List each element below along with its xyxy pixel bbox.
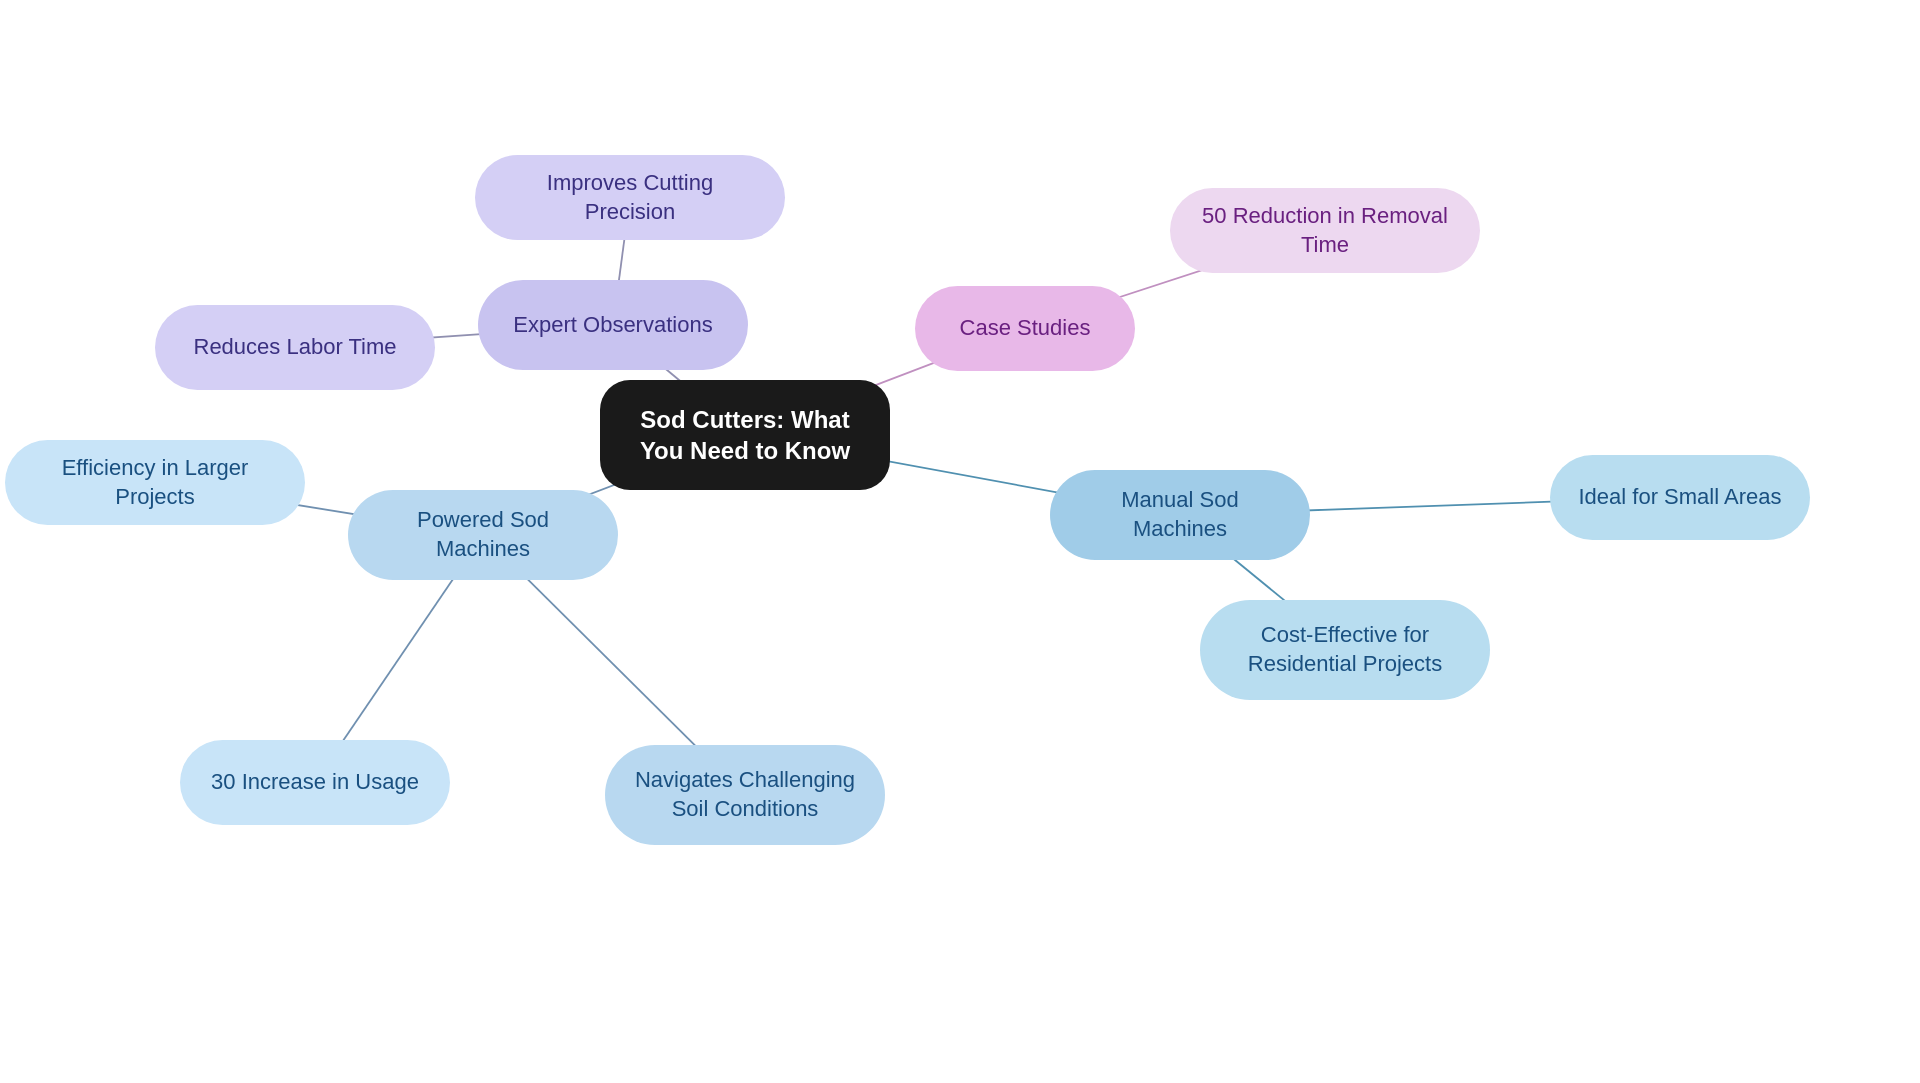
reduction-label: 50 Reduction in Removal Time xyxy=(1198,202,1452,259)
case-studies-node: Case Studies xyxy=(915,286,1135,371)
powered-label: Powered Sod Machines xyxy=(376,506,590,563)
expert-label: Expert Observations xyxy=(513,311,712,340)
connections-svg xyxy=(0,0,1920,1083)
ideal-node: Ideal for Small Areas xyxy=(1550,455,1810,540)
center-node: Sod Cutters: What You Need to Know xyxy=(600,380,890,490)
increase-node: 30 Increase in Usage xyxy=(180,740,450,825)
case-label: Case Studies xyxy=(960,314,1091,343)
center-label: Sod Cutters: What You Need to Know xyxy=(628,404,862,466)
efficiency-label: Efficiency in Larger Projects xyxy=(33,454,277,511)
cutting-label: Improves Cutting Precision xyxy=(503,169,757,226)
reduction-node: 50 Reduction in Removal Time xyxy=(1170,188,1480,273)
navigates-node: Navigates Challenging Soil Conditions xyxy=(605,745,885,845)
increase-label: 30 Increase in Usage xyxy=(211,768,419,797)
cost-effective-node: Cost-Effective for Residential Projects xyxy=(1200,600,1490,700)
efficiency-node: Efficiency in Larger Projects xyxy=(5,440,305,525)
powered-sod-node: Powered Sod Machines xyxy=(348,490,618,580)
cutting-precision-node: Improves Cutting Precision xyxy=(475,155,785,240)
labor-time-node: Reduces Labor Time xyxy=(155,305,435,390)
manual-label: Manual Sod Machines xyxy=(1078,486,1282,543)
labor-label: Reduces Labor Time xyxy=(194,333,397,362)
expert-observations-node: Expert Observations xyxy=(478,280,748,370)
manual-sod-node: Manual Sod Machines xyxy=(1050,470,1310,560)
navigates-label: Navigates Challenging Soil Conditions xyxy=(633,766,857,823)
ideal-label: Ideal for Small Areas xyxy=(1579,483,1782,512)
cost-label: Cost-Effective for Residential Projects xyxy=(1228,621,1462,678)
